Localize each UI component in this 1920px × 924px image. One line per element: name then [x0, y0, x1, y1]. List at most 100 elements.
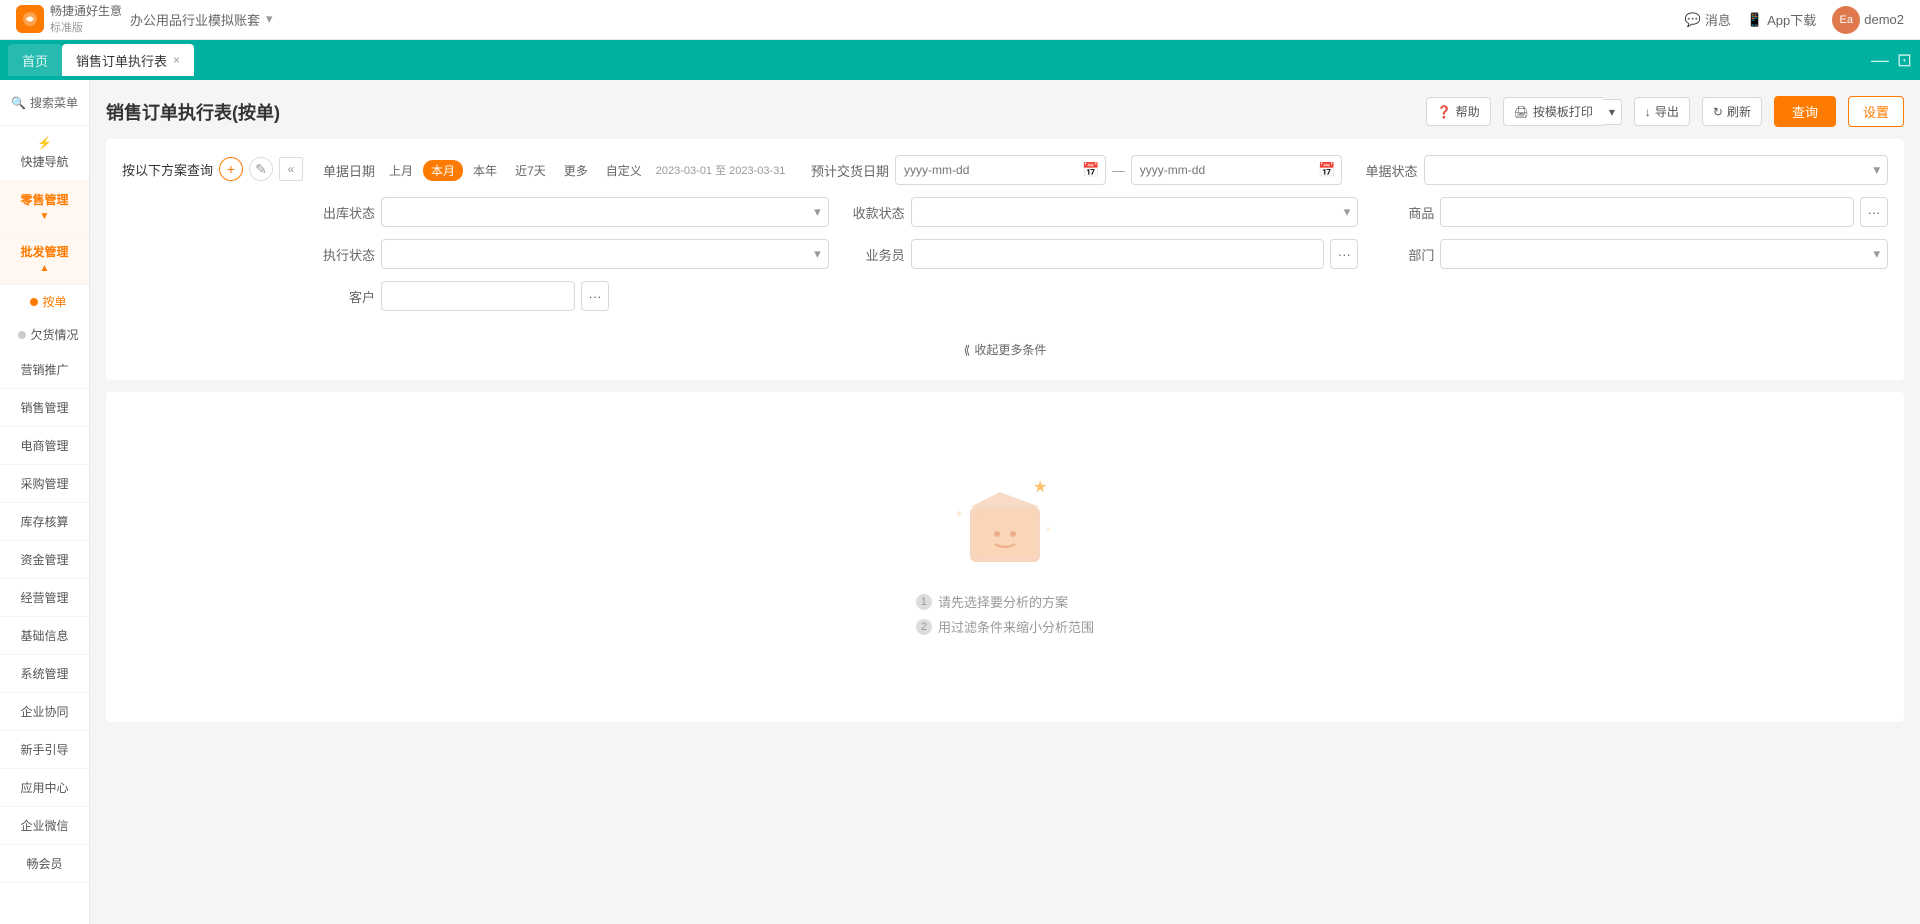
collapse-scheme-button[interactable]: « — [279, 157, 303, 181]
print-button[interactable]: 🖨 按模板打印 — [1503, 97, 1603, 126]
help-button[interactable]: ❓ 帮助 — [1426, 97, 1491, 126]
help-icon: ❓ — [1437, 105, 1452, 119]
download-action[interactable]: 📱 App下载 — [1747, 10, 1816, 29]
date-tab-current-month[interactable]: 本月 — [423, 160, 463, 181]
date-tab-current-year[interactable]: 本年 — [465, 160, 505, 181]
sidebar-item-ecommerce[interactable]: 电商管理 — [0, 427, 89, 465]
sidebar-item-sales[interactable]: 销售管理 — [0, 389, 89, 427]
page-title: 销售订单执行表(按单) — [106, 99, 280, 125]
sidebar-item-member[interactable]: 畅会员 — [0, 845, 89, 883]
query-button[interactable]: 查询 — [1774, 96, 1836, 127]
user-menu[interactable]: Ea demo2 — [1832, 6, 1904, 34]
download-icon: 📱 — [1747, 12, 1763, 28]
chevron-down-icon: ▼ — [40, 211, 50, 222]
date-tab-last7[interactable]: 近7天 — [507, 160, 554, 181]
download-label: App下载 — [1767, 10, 1816, 29]
sidebar-item-system[interactable]: 系统管理 — [0, 655, 89, 693]
sidebar-item-new-guide[interactable]: 新手引导 — [0, 731, 89, 769]
sidebar-item-quick-nav[interactable]: ⚡ 快捷导航 — [0, 126, 89, 181]
sidebar-item-retail[interactable]: 零售管理 ▼ — [0, 181, 89, 233]
date-tabs: 上月 本月 本年 近7天 更多 自定义 — [381, 160, 650, 181]
outbound-label: 出库状态 — [315, 203, 375, 222]
export-icon: ↓ — [1645, 105, 1651, 119]
active-tab-label: 销售订单执行表 — [76, 51, 167, 70]
date-tab-prev-month[interactable]: 上月 — [381, 160, 421, 181]
svg-text:★: ★ — [1033, 479, 1047, 496]
filter-row-1: 单据日期 上月 本月 本年 近7天 更多 自定义 2023-03-01 至 20… — [315, 155, 1888, 185]
message-label: 消息 — [1705, 10, 1731, 29]
goods-label: 商品 — [1374, 203, 1434, 222]
sidebar-item-enterprise[interactable]: 企业协同 — [0, 693, 89, 731]
date-label: 单据日期 — [315, 161, 375, 180]
breadcrumb-text: 办公用品行业模拟账套 — [130, 10, 260, 29]
status-label: 单据状态 — [1358, 161, 1418, 180]
sidebar-item-finance[interactable]: 资金管理 — [0, 541, 89, 579]
expected-date-label: 预计交货日期 — [811, 161, 889, 180]
receipt-label: 收款状态 — [845, 203, 905, 222]
receipt-select[interactable] — [911, 197, 1359, 227]
dept-select[interactable] — [1440, 239, 1888, 269]
logo-subtext: 标准版 — [50, 19, 122, 35]
expected-date-end-wrapper: 📅 — [1131, 155, 1342, 185]
page-title-bar: 销售订单执行表(按单) ❓ 帮助 🖨 按模板打印 ▾ ↓ 导出 — [106, 96, 1904, 127]
sidebar-item-purchase[interactable]: 采购管理 — [0, 465, 89, 503]
breadcrumb: 办公用品行业模拟账套 ▾ — [130, 10, 273, 29]
user-name: demo2 — [1864, 12, 1904, 27]
minimize-icon[interactable]: — — [1871, 50, 1889, 71]
sidebar-item-operations[interactable]: 经营管理 — [0, 579, 89, 617]
search-icon: 🔍 — [11, 96, 26, 110]
avatar: Ea — [1832, 6, 1860, 34]
main-layout: 🔍 搜索菜单 ⚡ 快捷导航 零售管理 ▼ 批发管理 ▲ 按单 欠货情况 营销推广 — [0, 80, 1920, 924]
message-action[interactable]: 💬 消息 — [1685, 10, 1731, 29]
print-dropdown-button[interactable]: ▾ — [1603, 99, 1622, 125]
tab-close-icon[interactable]: × — [173, 53, 180, 67]
filter-row-3: 执行状态 ▾ 业务员 ··· — [315, 239, 1888, 269]
empty-state: ★ ✦ ✦ 1 请先选择要分析的方案 2 用过滤条件来缩小分析范围 — [106, 392, 1904, 722]
customer-ellipsis-button[interactable]: ··· — [581, 281, 609, 311]
logo-icon — [16, 5, 44, 33]
status-select[interactable] — [1424, 155, 1889, 185]
breadcrumb-dropdown-icon[interactable]: ▾ — [266, 11, 273, 27]
salesperson-ellipsis-button[interactable]: ··· — [1330, 239, 1358, 269]
goods-ellipsis-button[interactable]: ··· — [1860, 197, 1888, 227]
sidebar-item-inventory[interactable]: 库存核算 — [0, 503, 89, 541]
exec-select[interactable] — [381, 239, 829, 269]
empty-tip-1: 1 请先选择要分析的方案 — [916, 592, 1094, 611]
header-right: 💬 消息 📱 App下载 Ea demo2 — [1685, 6, 1904, 34]
chevron-up-icon: ▲ — [40, 263, 50, 274]
expected-date-start-wrapper: 📅 — [895, 155, 1106, 185]
maximize-icon[interactable]: ⊡ — [1897, 50, 1912, 71]
add-scheme-button[interactable]: + — [219, 157, 243, 181]
sidebar-subitem-owed[interactable]: 欠货情况 — [0, 318, 89, 351]
content-area: 销售订单执行表(按单) ❓ 帮助 🖨 按模板打印 ▾ ↓ 导出 — [90, 80, 1920, 924]
setup-button[interactable]: 设置 — [1848, 96, 1904, 127]
date-tab-more[interactable]: 更多 — [556, 160, 596, 181]
sidebar-item-basic[interactable]: 基础信息 — [0, 617, 89, 655]
refresh-button[interactable]: ↻ 刷新 — [1702, 97, 1762, 126]
sidebar-item-marketing[interactable]: 营销推广 — [0, 351, 89, 389]
customer-label: 客户 — [315, 287, 375, 306]
goods-input[interactable] — [1440, 197, 1854, 227]
sidebar-search-button[interactable]: 🔍 搜索菜单 — [8, 88, 81, 117]
filter-panel: 按以下方案查询 + ✎ « 单据日期 上月 本月 本年 — [106, 139, 1904, 380]
date-tab-custom[interactable]: 自定义 — [598, 160, 650, 181]
sidebar-item-app-center[interactable]: 应用中心 — [0, 769, 89, 807]
sidebar-item-enterprise-wechat[interactable]: 企业微信 — [0, 807, 89, 845]
expected-date-end-input[interactable] — [1131, 155, 1342, 185]
outbound-select[interactable] — [381, 197, 829, 227]
salesperson-input[interactable] — [911, 239, 1325, 269]
edit-scheme-button[interactable]: ✎ — [249, 157, 273, 181]
dot-icon — [18, 331, 26, 339]
salesperson-label: 业务员 — [845, 245, 905, 264]
customer-input[interactable] — [381, 281, 575, 311]
expected-date-start-input[interactable] — [895, 155, 1106, 185]
header-left: 畅捷通好生意 标准版 办公用品行业模拟账套 ▾ — [16, 4, 273, 34]
sidebar-item-wholesale[interactable]: 批发管理 ▲ — [0, 233, 89, 285]
tab-home[interactable]: 首页 — [8, 44, 62, 76]
collapse-more-button[interactable]: ⟪ 收起更多条件 — [122, 335, 1888, 364]
sidebar-subitem-press[interactable]: 按单 — [0, 285, 89, 318]
calendar-end-icon: 📅 — [1318, 162, 1335, 179]
dot-active-icon — [30, 298, 38, 306]
tab-sales-order-exec[interactable]: 销售订单执行表 × — [62, 44, 194, 76]
export-button[interactable]: ↓ 导出 — [1634, 97, 1690, 126]
